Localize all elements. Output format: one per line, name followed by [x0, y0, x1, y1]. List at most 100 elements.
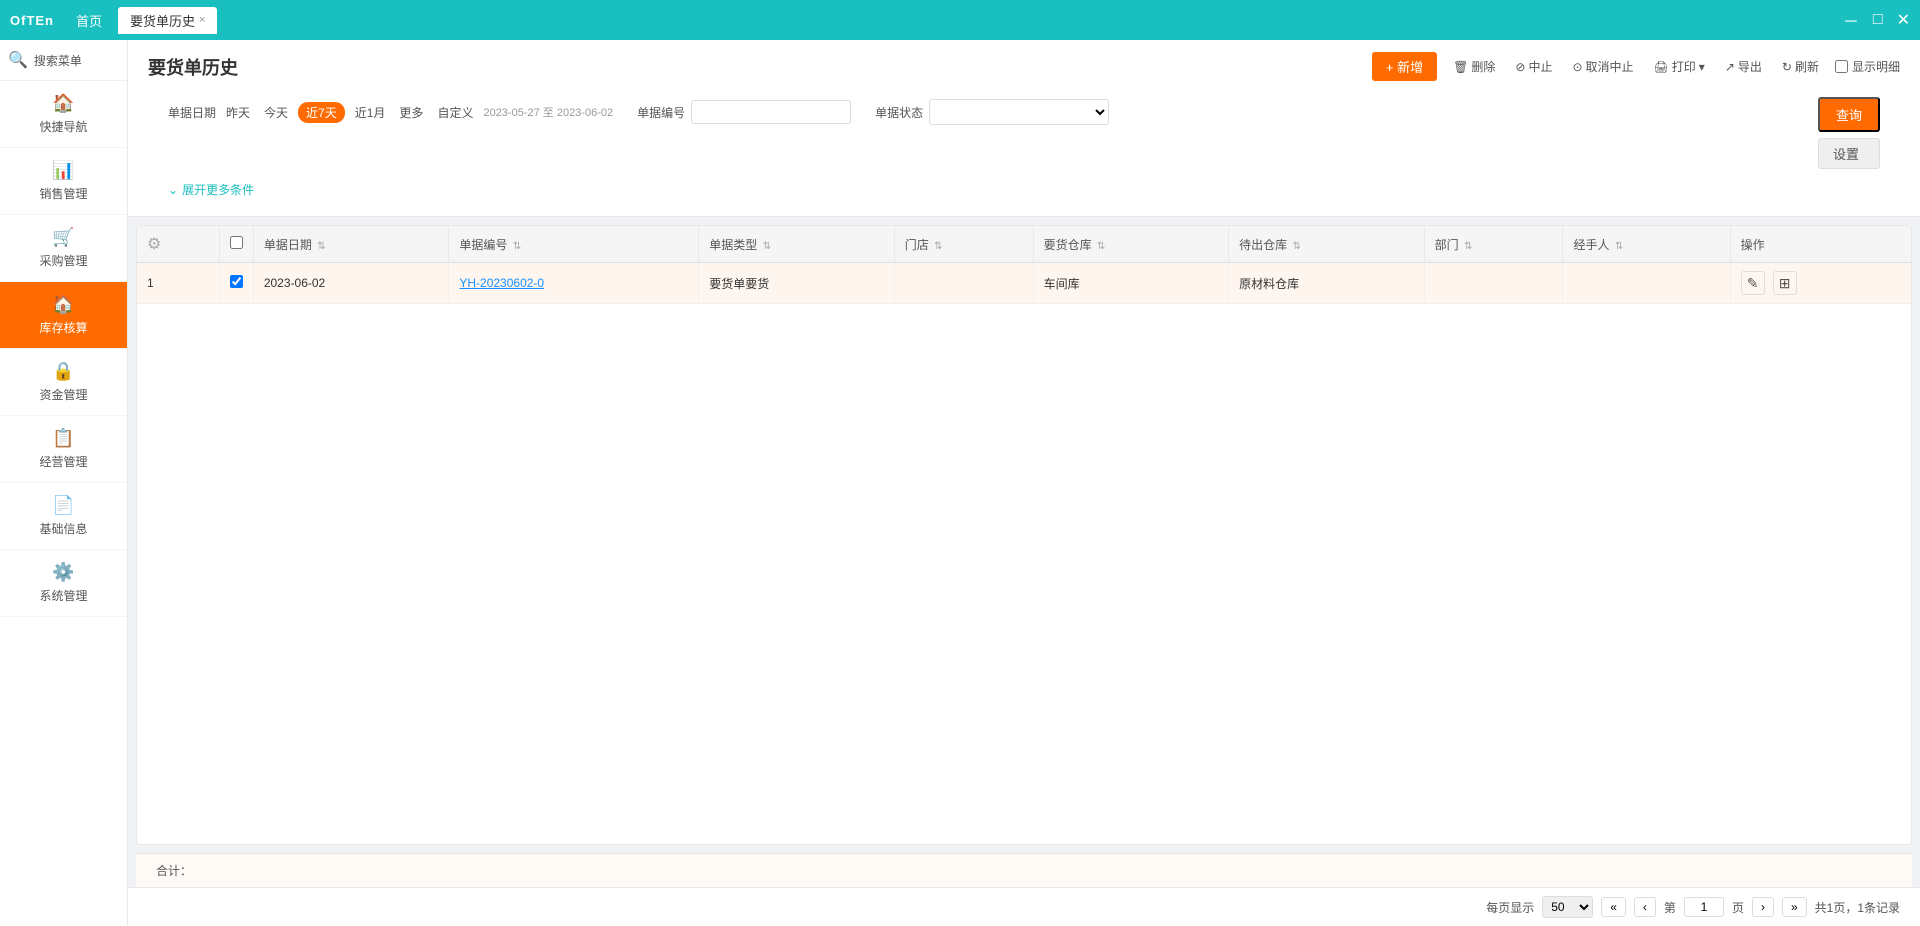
col-checkbox: [219, 226, 253, 263]
page-label: 第: [1664, 899, 1676, 916]
cell-store: [894, 263, 1033, 304]
table-row[interactable]: 1 2023-06-02 YH-20230602-0 要货单要货 车间库 原材料…: [137, 263, 1911, 304]
first-page-button[interactable]: «: [1601, 897, 1626, 917]
purchase-icon: 🛒: [52, 227, 74, 248]
table-header: ⚙ 单据日期 ⇅ 单据编号 ⇅: [137, 226, 1911, 263]
date-yesterday[interactable]: 昨天: [222, 103, 254, 122]
table-footer: 合计：: [136, 853, 1912, 887]
tab-home[interactable]: 首页: [64, 7, 114, 34]
sidebar-item-system-label: 系统管理: [39, 587, 87, 604]
quick-nav-icon: 🏠: [52, 93, 74, 114]
page-title-row: 要货单历史 + 新增 🗑 删除 ⊘ 中止 ⊙ 取消中止: [148, 52, 1900, 81]
col-bill-number-label: 单据编号: [459, 238, 507, 252]
date-range-text: 2023-05-27 至 2023-06-02: [483, 104, 613, 120]
cell-checkbox: [219, 263, 253, 304]
bill-number-input[interactable]: [691, 100, 851, 124]
display-detail-checkbox[interactable]: 显示明细: [1835, 58, 1900, 75]
stop-button[interactable]: ⊘ 中止: [1511, 56, 1556, 77]
col-req-warehouse-label: 要货仓库: [1044, 238, 1092, 252]
date-last7days[interactable]: 近7天: [298, 102, 345, 123]
tab-requisition-history[interactable]: 要货单历史 ×: [118, 7, 217, 34]
col-pending-warehouse-sort-icon[interactable]: ⇅: [1292, 241, 1300, 252]
close-window-icon[interactable]: ✕: [1897, 10, 1910, 30]
bill-number-link[interactable]: YH-20230602-0: [459, 276, 544, 290]
sidebar-item-purchase-label: 采购管理: [39, 252, 87, 269]
total-info: 共1页，1条记录: [1815, 899, 1900, 916]
filter-side-buttons: 查询 设置: [1818, 91, 1880, 175]
stop-label: 中止: [1528, 58, 1552, 75]
col-department-sort-icon[interactable]: ⇅: [1464, 241, 1472, 252]
col-bill-type-sort-icon[interactable]: ⇅: [763, 241, 771, 252]
date-today[interactable]: 今天: [260, 103, 292, 122]
cell-bill-type: 要货单要货: [699, 263, 895, 304]
tab-list: 首页 要货单历史 ×: [64, 7, 217, 34]
col-handler: 经手人 ⇅: [1563, 226, 1730, 263]
new-button[interactable]: + 新增: [1372, 52, 1437, 81]
col-store-sort-icon[interactable]: ⇅: [934, 241, 942, 252]
date-more[interactable]: 更多: [395, 103, 427, 122]
date-custom[interactable]: 自定义: [433, 103, 477, 122]
page-size-select[interactable]: 10 20 50 100: [1542, 896, 1593, 918]
col-req-warehouse-sort-icon[interactable]: ⇅: [1097, 241, 1105, 252]
col-bill-type: 单据类型 ⇅: [699, 226, 895, 263]
operations-icon: 📋: [52, 428, 74, 449]
refresh-label: 刷新: [1795, 58, 1819, 75]
col-bill-number-sort-icon[interactable]: ⇅: [513, 241, 521, 252]
table-container: ⚙ 单据日期 ⇅ 单据编号 ⇅: [136, 225, 1912, 845]
last-page-button[interactable]: »: [1782, 897, 1807, 917]
sidebar-item-finance[interactable]: 🔒 资金管理: [0, 349, 127, 416]
sidebar-item-finance-label: 资金管理: [39, 386, 87, 403]
sidebar-search[interactable]: 🔍 搜索菜单: [0, 40, 127, 81]
bill-number-filter-group: 单据编号: [637, 100, 851, 124]
expand-more-button[interactable]: ⌄ 展开更多条件: [168, 177, 254, 202]
sidebar-item-purchase[interactable]: 🛒 采购管理: [0, 215, 127, 282]
tab-close-icon[interactable]: ×: [199, 14, 205, 26]
cancel-stop-icon: ⊙: [1572, 60, 1582, 74]
select-all-checkbox[interactable]: [230, 236, 243, 249]
toolbar: + 新增 🗑 删除 ⊘ 中止 ⊙ 取消中止 🖨 打: [1372, 52, 1900, 81]
cancel-stop-label: 取消中止: [1586, 58, 1634, 75]
cell-req-warehouse: 车间库: [1033, 263, 1229, 304]
refresh-button[interactable]: ↻ 刷新: [1778, 56, 1823, 77]
date-filter-label: 单据日期: [168, 104, 216, 121]
minimize-icon[interactable]: －: [1843, 8, 1859, 32]
cell-department: [1424, 263, 1563, 304]
cancel-stop-button[interactable]: ⊙ 取消中止: [1568, 56, 1637, 77]
search-icon: 🔍: [8, 50, 28, 70]
col-handler-sort-icon[interactable]: ⇅: [1615, 241, 1623, 252]
bill-number-label: 单据编号: [637, 104, 685, 121]
sales-icon: 📊: [52, 160, 74, 181]
query-button[interactable]: 查询: [1818, 97, 1880, 132]
sidebar-item-quick-nav[interactable]: 🏠 快捷导航: [0, 81, 127, 148]
bill-status-select[interactable]: [929, 99, 1109, 125]
sidebar-item-system[interactable]: ⚙️ 系统管理: [0, 550, 127, 617]
expand-icon: ⌄: [168, 183, 178, 197]
delete-icon: 🗑: [1453, 60, 1468, 74]
sidebar-item-basic-info[interactable]: 📄 基础信息: [0, 483, 127, 550]
row-detail-button[interactable]: ⊞: [1773, 271, 1797, 295]
display-detail-input[interactable]: [1835, 60, 1848, 73]
sidebar-item-sales[interactable]: 📊 销售管理: [0, 148, 127, 215]
content-area: 要货单历史 + 新增 🗑 删除 ⊘ 中止 ⊙ 取消中止: [128, 40, 1920, 926]
sidebar-item-quick-nav-label: 快捷导航: [39, 118, 87, 135]
row-edit-button[interactable]: ✎: [1741, 271, 1765, 295]
next-page-button[interactable]: ›: [1752, 897, 1774, 917]
settings-button[interactable]: 设置: [1818, 138, 1880, 169]
column-settings-icon[interactable]: ⚙: [147, 236, 161, 253]
delete-button[interactable]: 🗑 删除: [1449, 56, 1499, 77]
expand-label: 展开更多条件: [182, 181, 254, 198]
print-button[interactable]: 🖨 打印 ▾: [1650, 56, 1709, 77]
prev-page-button[interactable]: ‹: [1634, 897, 1656, 917]
basic-info-icon: 📄: [52, 495, 74, 516]
summary-label: 合计：: [156, 862, 192, 879]
window-controls: － □ ✕: [1843, 8, 1910, 32]
export-button[interactable]: ↗ 导出: [1721, 56, 1766, 77]
date-last-month[interactable]: 近1月: [351, 103, 390, 122]
sidebar-item-inventory[interactable]: 🏠 库存核算: [0, 282, 127, 349]
maximize-icon[interactable]: □: [1873, 11, 1883, 29]
page-number-input[interactable]: [1684, 897, 1724, 917]
row-checkbox[interactable]: [230, 275, 243, 288]
col-bill-date-sort-icon[interactable]: ⇅: [317, 241, 325, 252]
filter-fields: 单据日期 昨天 今天 近7天 近1月 更多 自定义 2023-05-27 至 2…: [168, 91, 1818, 133]
sidebar-item-operations[interactable]: 📋 经营管理: [0, 416, 127, 483]
